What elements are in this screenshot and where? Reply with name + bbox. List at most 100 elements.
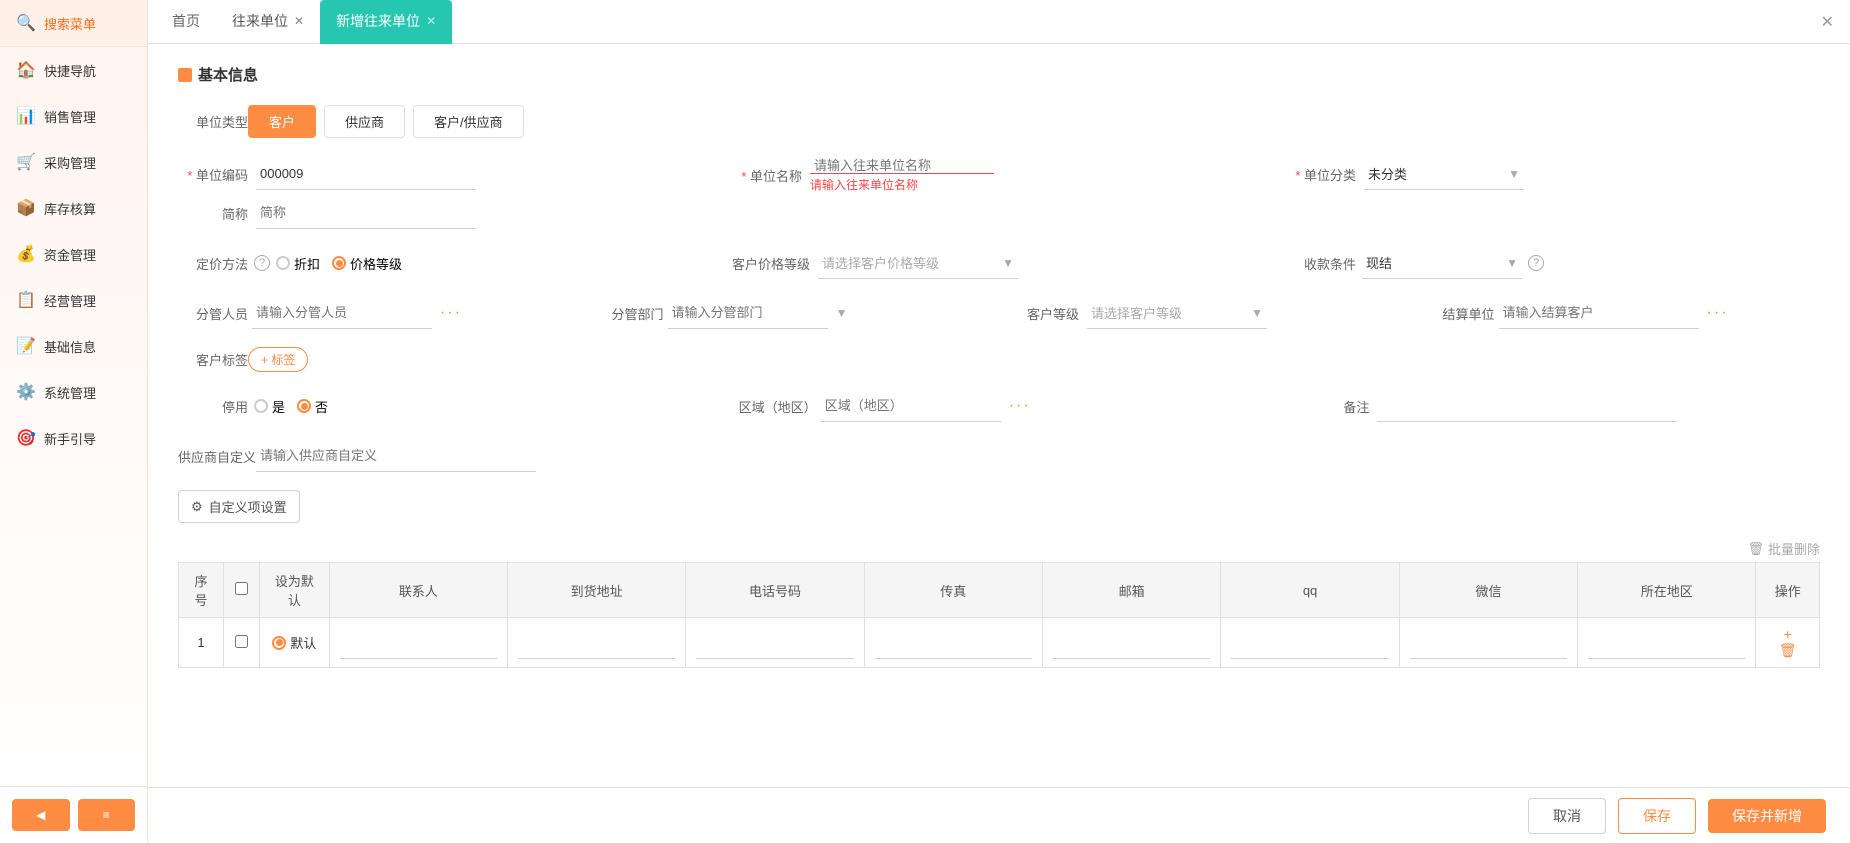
tab-home-label: 首页 xyxy=(172,11,200,31)
sidebar-item-label: 采购管理 xyxy=(44,153,96,172)
unit-code-input[interactable] xyxy=(256,158,476,190)
radio-yes-label: 是 xyxy=(272,397,285,416)
unit-name-input[interactable] xyxy=(810,158,994,174)
tab-partner-list-close[interactable]: ✕ xyxy=(294,14,304,28)
tab-new-partner-close[interactable]: ✕ xyxy=(426,14,436,28)
sidebar: 🔍 搜索菜单 🏠 快捷导航 📊 销售管理 🛒 采购管理 📦 库存核算 💰 资金管… xyxy=(0,0,148,843)
radio-discount[interactable]: 折扣 xyxy=(276,254,320,273)
unit-type-both[interactable]: 客户/供应商 xyxy=(413,105,524,138)
unit-name-group: 单位名称 请输入往来单位名称 xyxy=(732,158,1266,193)
customer-price-level-group: 客户价格等级 请选择客户价格等级 ▼ xyxy=(732,247,1266,279)
customer-level-chevron: ▼ xyxy=(1251,306,1263,320)
table-row: 1 默认 xyxy=(179,618,1820,668)
section-icon xyxy=(178,68,192,82)
manager-input[interactable] xyxy=(252,297,432,329)
sidebar-item-label: 资金管理 xyxy=(44,245,96,264)
sidebar-footer: ◀ ≡ xyxy=(0,786,147,843)
settlement-dots-btn[interactable]: ··· xyxy=(1703,304,1733,322)
region-input[interactable] xyxy=(821,390,1001,422)
sidebar-search[interactable]: 🔍 搜索菜单 xyxy=(0,0,147,47)
unit-category-group: 单位分类 未分类 ▼ xyxy=(1286,158,1820,190)
region-dots-btn[interactable]: ··· xyxy=(1005,397,1035,415)
pricing-radio-group: 折扣 价格等级 xyxy=(276,254,402,273)
sidebar-item-label: 销售管理 xyxy=(44,107,96,126)
customer-price-level-chevron: ▼ xyxy=(1002,256,1014,270)
section-title-text: 基本信息 xyxy=(198,64,258,85)
sidebar-item-basic-info[interactable]: 📝 基础信息 xyxy=(0,323,147,369)
cell-address xyxy=(508,618,686,668)
row-checkbox[interactable] xyxy=(235,635,248,648)
wechat-input[interactable] xyxy=(1410,627,1567,659)
tab-partner-list[interactable]: 往来单位 ✕ xyxy=(216,0,320,44)
radio-yes[interactable]: 是 xyxy=(254,397,285,416)
unit-category-select[interactable]: 未分类 ▼ xyxy=(1364,158,1524,190)
payment-help-icon[interactable]: ? xyxy=(1528,255,1544,271)
email-input[interactable] xyxy=(1053,627,1210,659)
row-add-btn[interactable]: + xyxy=(1780,626,1796,642)
sidebar-item-guide[interactable]: 🎯 新手引导 xyxy=(0,415,147,461)
customer-price-level-select[interactable]: 请选择客户价格等级 ▼ xyxy=(818,247,1018,279)
supplier-custom-input[interactable] xyxy=(256,440,536,472)
window-close-button[interactable]: ✕ xyxy=(1813,12,1842,32)
area-input[interactable] xyxy=(1588,627,1745,659)
radio-discount-label: 折扣 xyxy=(294,254,320,273)
sidebar-item-finance[interactable]: 💰 资金管理 xyxy=(0,231,147,277)
custom-settings-button[interactable]: ⚙ 自定义项设置 xyxy=(178,490,300,523)
contact-input[interactable] xyxy=(340,627,497,659)
batch-delete-label[interactable]: 批量删除 xyxy=(1768,539,1820,558)
cell-qq xyxy=(1221,618,1400,668)
row-delete-btn[interactable]: 🗑 xyxy=(1775,642,1801,659)
cell-fax xyxy=(864,618,1042,668)
radio-price-level[interactable]: 价格等级 xyxy=(332,254,402,273)
department-input[interactable] xyxy=(668,297,828,329)
table-select-all[interactable] xyxy=(235,582,248,595)
table-body: 1 默认 xyxy=(179,618,1820,668)
unit-type-group: 客户 供应商 客户/供应商 xyxy=(248,105,524,138)
row-default-radio[interactable]: 默认 xyxy=(270,633,319,652)
manager-dots-btn[interactable]: ··· xyxy=(436,304,466,322)
fax-input[interactable] xyxy=(875,627,1032,659)
sidebar-search-label: 搜索菜单 xyxy=(44,14,96,33)
radio-no[interactable]: 否 xyxy=(297,397,328,416)
custom-settings-label: 自定义项设置 xyxy=(209,497,287,516)
sidebar-item-inventory[interactable]: 📦 库存核算 xyxy=(0,185,147,231)
qq-input[interactable] xyxy=(1231,627,1389,659)
sidebar-item-quick-nav[interactable]: 🏠 快捷导航 xyxy=(0,47,147,93)
department-select[interactable]: ▼ xyxy=(832,297,852,329)
customer-level-select[interactable]: 请选择客户等级 ▼ xyxy=(1087,297,1267,329)
section-title: 基本信息 xyxy=(178,64,1820,85)
footer: 取消 保存 保存并新增 xyxy=(148,787,1850,843)
settlement-group: 结算单位 ··· xyxy=(1425,297,1821,329)
add-tag-button[interactable]: + 标签 xyxy=(248,347,308,372)
customer-level-group: 客户等级 请选择客户等级 ▼ xyxy=(1009,297,1405,329)
sidebar-footer-btn1[interactable]: ◀ xyxy=(12,799,70,831)
sidebar-item-purchase[interactable]: 🛒 采购管理 xyxy=(0,139,147,185)
short-name-row: 简称 xyxy=(178,197,1820,229)
payment-terms-select[interactable]: 现结 ▼ xyxy=(1362,247,1522,279)
sidebar-item-operations[interactable]: 📋 经营管理 xyxy=(0,277,147,323)
unit-code-group: 单位编码 xyxy=(178,158,712,190)
basic-info-icon: 📝 xyxy=(16,336,36,356)
phone-input[interactable] xyxy=(696,627,853,659)
sidebar-item-label: 经营管理 xyxy=(44,291,96,310)
save-new-button[interactable]: 保存并新增 xyxy=(1708,799,1826,833)
unit-type-customer[interactable]: 客户 xyxy=(248,105,316,138)
tab-new-partner[interactable]: 新增往来单位 ✕ xyxy=(320,0,452,44)
cancel-button[interactable]: 取消 xyxy=(1528,798,1606,834)
remarks-input[interactable] xyxy=(1377,390,1677,422)
sidebar-item-sales[interactable]: 📊 销售管理 xyxy=(0,93,147,139)
address-input[interactable] xyxy=(518,627,675,659)
dept-chevron: ▼ xyxy=(836,306,848,320)
pricing-help-icon[interactable]: ? xyxy=(254,255,270,271)
th-default: 设为默认 xyxy=(259,563,329,618)
radio-price-level-label: 价格等级 xyxy=(350,254,402,273)
th-area: 所在地区 xyxy=(1578,563,1756,618)
sidebar-footer-btn2[interactable]: ≡ xyxy=(78,799,136,831)
unit-type-supplier[interactable]: 供应商 xyxy=(324,105,405,138)
inventory-icon: 📦 xyxy=(16,198,36,218)
save-button[interactable]: 保存 xyxy=(1618,798,1696,834)
sidebar-item-system[interactable]: ⚙️ 系统管理 xyxy=(0,369,147,415)
tab-home[interactable]: 首页 xyxy=(156,0,216,44)
settlement-input[interactable] xyxy=(1499,297,1699,329)
short-name-input[interactable] xyxy=(256,197,476,229)
